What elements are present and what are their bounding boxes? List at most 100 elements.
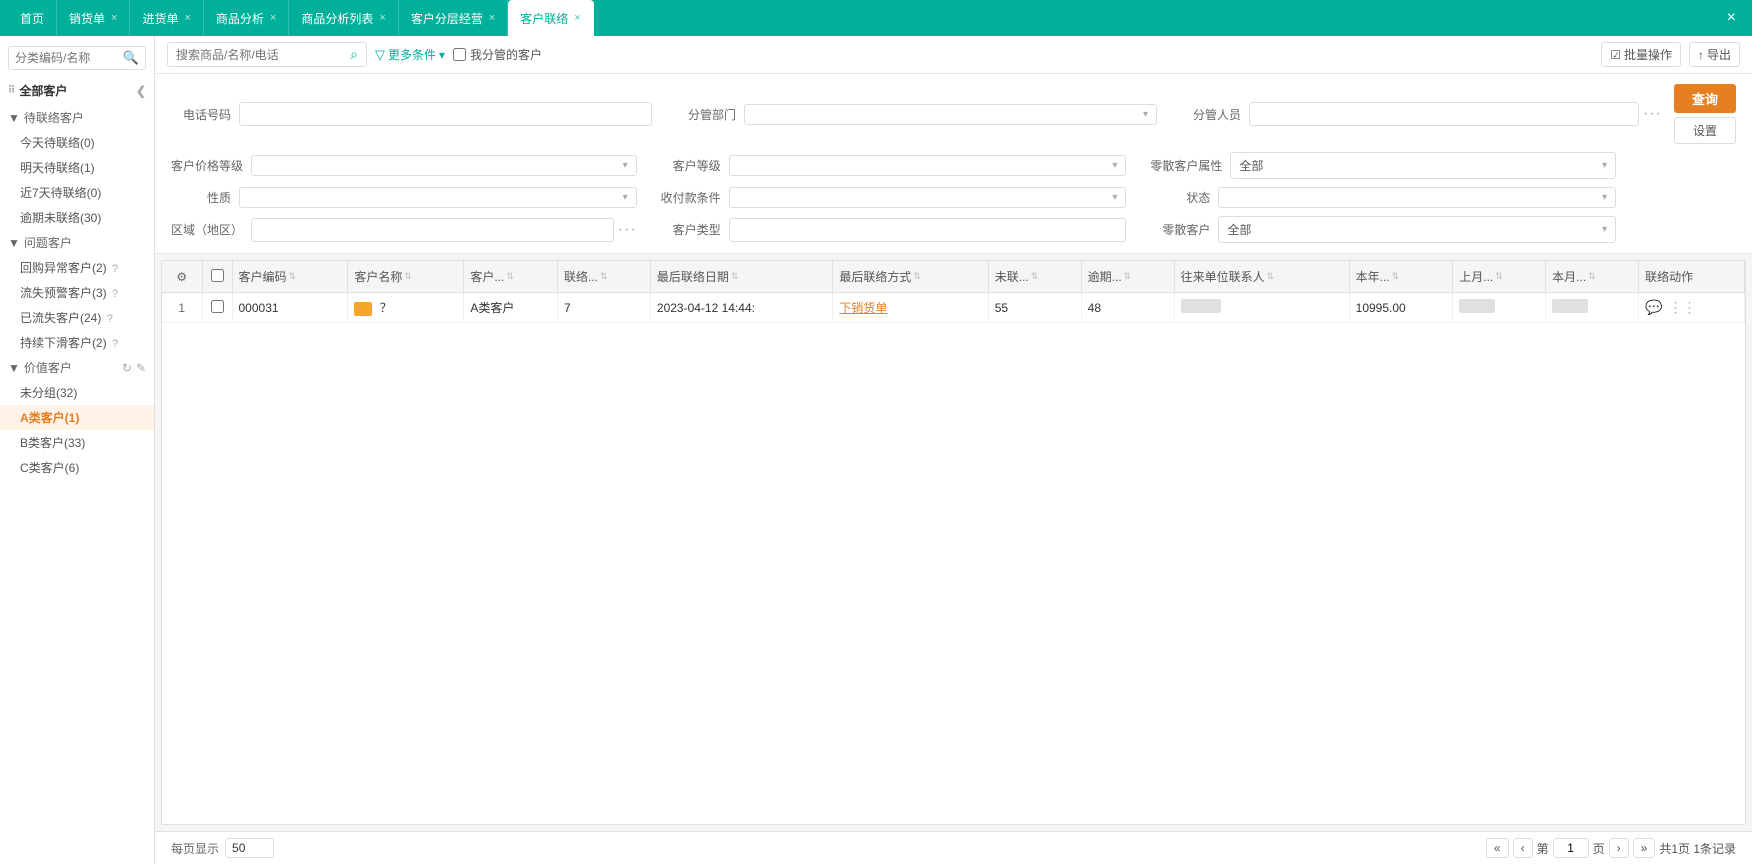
row-checkbox[interactable] (211, 300, 224, 313)
sidebar-item-repurchase[interactable]: 回购异常客户(2) ? (0, 255, 154, 280)
col-uncontacted[interactable]: 未联...⇅ (988, 261, 1081, 293)
search-submit-icon[interactable]: ⌕ (350, 46, 358, 63)
input-manager[interactable] (1249, 102, 1639, 126)
qr-icon[interactable]: ⋮⋮ (1669, 299, 1697, 316)
sidebar-search-input[interactable] (15, 51, 123, 65)
select-dept[interactable]: ▾ (744, 104, 1157, 125)
label-phone: 电话号码 (171, 106, 231, 123)
close-goods-analysis-tab[interactable]: × (270, 12, 276, 24)
nav-tab-home[interactable]: 首页 (8, 0, 57, 36)
col-contact-person[interactable]: 往来单位联系人⇅ (1174, 261, 1349, 293)
query-button[interactable]: 查询 (1674, 84, 1736, 113)
sidebar-item-overdue[interactable]: 逾期未联络(30) (0, 205, 154, 230)
select-customer-level[interactable]: ▾ (729, 155, 1127, 176)
manager-dots-icon[interactable]: ··· (1643, 105, 1662, 123)
refresh-icon[interactable]: ↻ (122, 361, 132, 375)
first-page-button[interactable]: « (1486, 838, 1509, 858)
prev-page-button[interactable]: ‹ (1513, 838, 1533, 858)
col-checkbox (202, 261, 232, 293)
sidebar-collapse-icon[interactable]: ❮ (136, 84, 146, 98)
filter-row-2: 客户价格等级 ▾ 客户等级 ▾ 零散客户属性 (171, 152, 1736, 179)
select-payment-terms[interactable]: ▾ (729, 187, 1127, 208)
export-button[interactable]: ↑ 导出 (1689, 42, 1740, 67)
nav-tab-goods-list[interactable]: 商品分析列表 × (289, 0, 398, 36)
filter-phone: 电话号码 (171, 102, 652, 126)
select-nature[interactable]: ▾ (239, 187, 637, 208)
nav-tab-goods-analysis[interactable]: 商品分析 × (204, 0, 289, 36)
page-number-input[interactable] (1553, 838, 1589, 858)
col-this-year[interactable]: 本年...⇅ (1349, 261, 1453, 293)
input-region[interactable] (251, 218, 614, 242)
col-contact[interactable]: 联络...⇅ (557, 261, 650, 293)
sidebar-search-icon[interactable]: 🔍 (123, 50, 139, 66)
sidebar-item-today[interactable]: 今天待联络(0) (0, 130, 154, 155)
select-price-level[interactable]: ▾ (251, 155, 637, 176)
sidebar-item-b-class[interactable]: B类客户(33) (0, 430, 154, 455)
col-this-month[interactable]: 本月...⇅ (1546, 261, 1639, 293)
this-month-placeholder (1552, 299, 1588, 313)
sidebar-item-no-group[interactable]: 未分组(32) (0, 380, 154, 405)
bottom-bar: 每页显示 50 20 100 200 « ‹ 第 页 › » 共1页 1条记录 (155, 831, 1752, 864)
nav-tab-customer-seg[interactable]: 客户分层经营 × (399, 0, 508, 36)
sidebar-item-churned[interactable]: 已流失客户(24) ? (0, 305, 154, 330)
main-layout: 🔍 ⠿ 全部客户 ❮ ▼ 待联络客户 今天待联络(0) 明天待联络(1) 近7天… (0, 36, 1752, 864)
last-method-link[interactable]: 下销货单 (839, 301, 887, 315)
filter-dept: 分管部门 ▾ (676, 104, 1157, 125)
last-month-placeholder (1459, 299, 1495, 313)
sidebar-item-week[interactable]: 近7天待联络(0) (0, 180, 154, 205)
col-last-month[interactable]: 上月...⇅ (1453, 261, 1546, 293)
all-customers-label[interactable]: 全部客户 (19, 82, 67, 99)
color-block (354, 302, 372, 316)
my-customers-checkbox[interactable] (453, 48, 466, 61)
sidebar-item-declining[interactable]: 持续下滑客户(2) ? (0, 330, 154, 355)
col-overdue[interactable]: 逾期...⇅ (1081, 261, 1174, 293)
col-code[interactable]: 客户编码⇅ (232, 261, 348, 293)
col-last-method[interactable]: 最后联络方式⇅ (833, 261, 988, 293)
cell-actions: 💬 ⋮⋮ (1639, 293, 1745, 323)
input-customer-type[interactable] (729, 218, 1127, 242)
section-title-pending[interactable]: ▼ 待联络客户 (0, 105, 154, 130)
nav-tab-customer-contact[interactable]: 客户联络 × (508, 0, 593, 36)
edit-icon[interactable]: ✎ (136, 361, 146, 375)
sidebar-item-churn-warn[interactable]: 流失预警客户(3) ? (0, 280, 154, 305)
close-customer-contact-tab[interactable]: × (574, 12, 580, 24)
hint-icon-churned: ? (107, 313, 113, 325)
sidebar-item-a-class[interactable]: A类客户(1) (0, 405, 154, 430)
section-arrow-problem: ▼ (8, 236, 20, 250)
col-name[interactable]: 客户名称⇅ (348, 261, 464, 293)
col-gear[interactable]: ⚙ (162, 261, 202, 293)
batch-operation-button[interactable]: ☑ 批量操作 (1601, 42, 1681, 67)
sidebar-all-customers-header: ⠿ 全部客户 ❮ (0, 76, 154, 105)
sidebar-item-c-class[interactable]: C类客户(6) (0, 455, 154, 480)
close-goods-list-tab[interactable]: × (379, 12, 385, 24)
select-retail-attr[interactable]: 全部 ▾ (1230, 152, 1616, 179)
chat-icon[interactable]: 💬 (1645, 299, 1662, 316)
filter-region: 区域（地区） ··· (171, 218, 637, 242)
filter-more-button[interactable]: ▽ 更多条件 ▾ (375, 46, 445, 63)
region-dots-icon[interactable]: ··· (618, 221, 637, 239)
section-title-problem[interactable]: ▼ 问题客户 (0, 230, 154, 255)
settings-button[interactable]: 设置 (1674, 117, 1736, 144)
cell-checkbox (202, 293, 232, 323)
close-sales-tab[interactable]: × (111, 12, 117, 24)
nav-tab-sales[interactable]: 销货单 × (57, 0, 130, 36)
label-region: 区域（地区） (171, 221, 243, 238)
select-status[interactable]: ▾ (1218, 187, 1616, 208)
close-purchase-tab[interactable]: × (184, 12, 190, 24)
col-type[interactable]: 客户...⇅ (464, 261, 558, 293)
sidebar-item-tomorrow[interactable]: 明天待联络(1) (0, 155, 154, 180)
last-page-button[interactable]: » (1633, 838, 1656, 858)
select-all-checkbox[interactable] (211, 269, 224, 282)
per-page-select[interactable]: 50 20 100 200 (225, 838, 274, 858)
close-customer-seg-tab[interactable]: × (489, 12, 495, 24)
nav-tab-purchase[interactable]: 进货单 × (130, 0, 203, 36)
input-phone[interactable] (239, 102, 652, 126)
filter-action-buttons: 查询 设置 (1674, 84, 1736, 144)
search-input[interactable] (176, 48, 350, 62)
col-last-date[interactable]: 最后联络日期⇅ (650, 261, 833, 293)
select-retail-customer[interactable]: 全部 ▾ (1218, 216, 1616, 243)
next-page-button[interactable]: › (1609, 838, 1629, 858)
app-close-button[interactable]: × (1719, 5, 1744, 31)
section-title-value[interactable]: ▼ 价值客户 ↻ ✎ (0, 355, 154, 380)
label-price-level: 客户价格等级 (171, 157, 243, 174)
